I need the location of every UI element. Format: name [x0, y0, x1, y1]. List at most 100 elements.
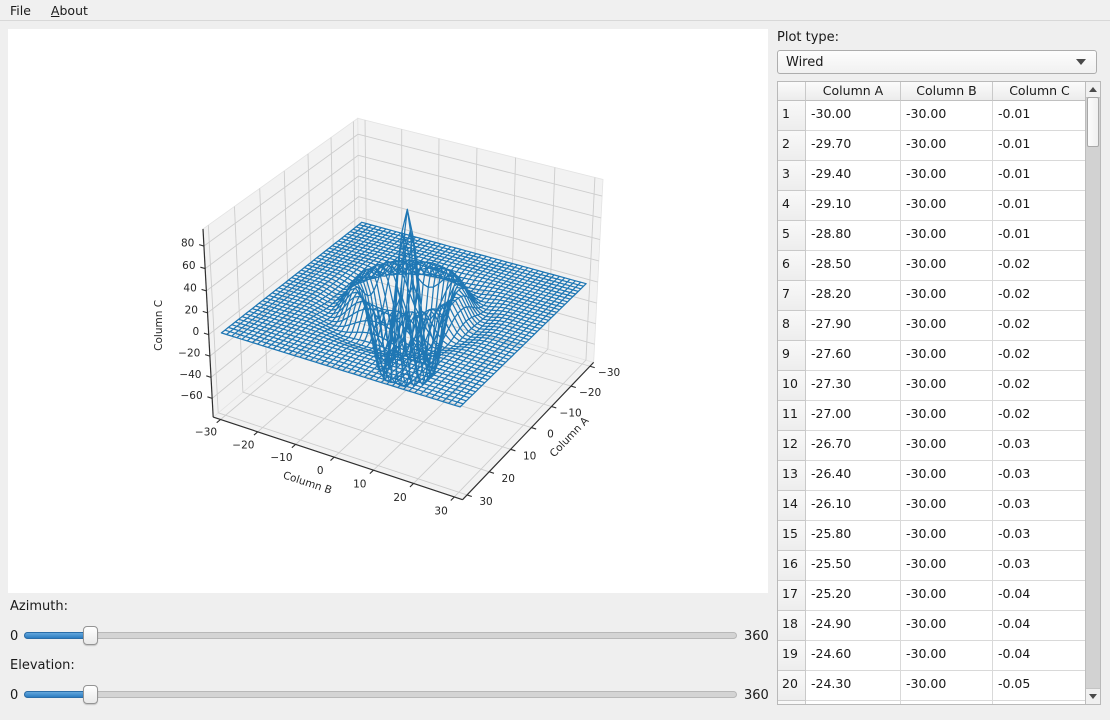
- cell-column-c[interactable]: -0.03: [993, 431, 1087, 461]
- cell-column-b[interactable]: -30.00: [901, 461, 993, 491]
- row-number-cell[interactable]: 16: [778, 551, 806, 581]
- cell-column-b[interactable]: -30.00: [901, 191, 993, 221]
- cell-column-b[interactable]: -30.00: [901, 611, 993, 641]
- cell-column-a[interactable]: -27.60: [806, 341, 901, 371]
- row-number-cell[interactable]: 2: [778, 131, 806, 161]
- row-number-cell[interactable]: 20: [778, 671, 806, 701]
- cell-column-a[interactable]: -28.20: [806, 281, 901, 311]
- cell-column-c[interactable]: -0.04: [993, 641, 1087, 671]
- cell-column-a[interactable]: -27.00: [806, 401, 901, 431]
- row-number-cell[interactable]: 5: [778, 221, 806, 251]
- cell-column-a[interactable]: -28.80: [806, 221, 901, 251]
- cell-column-c[interactable]: -0.02: [993, 311, 1087, 341]
- column-a-header[interactable]: Column A: [806, 82, 901, 101]
- cell-column-c[interactable]: -0.01: [993, 191, 1087, 221]
- cell-column-a[interactable]: -25.50: [806, 551, 901, 581]
- cell-column-b[interactable]: -30.00: [901, 521, 993, 551]
- table-row: 17-25.20-30.00-0.04: [778, 581, 1087, 611]
- azimuth-slider[interactable]: [24, 632, 737, 639]
- menu-file[interactable]: File: [0, 1, 41, 20]
- cell-column-a[interactable]: -29.70: [806, 131, 901, 161]
- cell-column-c[interactable]: -0.02: [993, 341, 1087, 371]
- cell-column-b[interactable]: -30.00: [901, 581, 993, 611]
- row-number-cell[interactable]: 15: [778, 521, 806, 551]
- row-number-cell[interactable]: 9: [778, 341, 806, 371]
- cell-column-a[interactable]: -25.20: [806, 581, 901, 611]
- row-number-cell[interactable]: 6: [778, 251, 806, 281]
- row-number-cell[interactable]: 19: [778, 641, 806, 671]
- row-number-cell[interactable]: 4: [778, 191, 806, 221]
- row-number-cell[interactable]: 8: [778, 311, 806, 341]
- cell-column-b[interactable]: -30.00: [901, 431, 993, 461]
- cell-column-b[interactable]: -30.00: [901, 551, 993, 581]
- cell-column-a[interactable]: -26.40: [806, 461, 901, 491]
- cell-column-b[interactable]: -30.00: [901, 281, 993, 311]
- cell-column-a[interactable]: -28.50: [806, 251, 901, 281]
- cell-column-c[interactable]: -0.03: [993, 521, 1087, 551]
- cell-column-a[interactable]: -24.90: [806, 611, 901, 641]
- cell-column-c[interactable]: -0.01: [993, 101, 1087, 131]
- cell-column-c[interactable]: -0.01: [993, 221, 1087, 251]
- cell-column-b[interactable]: -30.00: [901, 671, 993, 701]
- cell-column-a[interactable]: -27.30: [806, 371, 901, 401]
- cell-column-a[interactable]: -25.80: [806, 521, 901, 551]
- cell-column-c[interactable]: -0.01: [993, 161, 1087, 191]
- cell-column-a[interactable]: -29.40: [806, 161, 901, 191]
- azimuth-slider-handle[interactable]: [83, 626, 98, 645]
- cell-column-b[interactable]: -30.00: [901, 311, 993, 341]
- table-corner-cell[interactable]: [778, 82, 806, 101]
- cell-column-c[interactable]: -0.01: [993, 131, 1087, 161]
- cell-column-b[interactable]: -30.00: [901, 341, 993, 371]
- plot-type-select[interactable]: Wired: [777, 50, 1097, 74]
- cell-column-a[interactable]: -27.90: [806, 311, 901, 341]
- column-b-header[interactable]: Column B: [901, 82, 993, 101]
- row-number-cell[interactable]: 17: [778, 581, 806, 611]
- cell-column-c[interactable]: -0.05: [993, 671, 1087, 701]
- cell-column-c[interactable]: -0.04: [993, 611, 1087, 641]
- cell-column-c[interactable]: -0.03: [993, 551, 1087, 581]
- cell-column-c[interactable]: -0.02: [993, 401, 1087, 431]
- scroll-up-button[interactable]: [1086, 82, 1100, 98]
- cell-column-b[interactable]: -30.00: [901, 371, 993, 401]
- cell-column-b[interactable]: -30.00: [901, 641, 993, 671]
- cell-column-a[interactable]: -24.60: [806, 641, 901, 671]
- row-number-cell[interactable]: 12: [778, 431, 806, 461]
- cell-column-c[interactable]: -0.02: [993, 281, 1087, 311]
- cell-column-c[interactable]: -0.04: [993, 581, 1087, 611]
- cell-column-a[interactable]: [806, 701, 901, 705]
- cell-column-b[interactable]: -30.00: [901, 491, 993, 521]
- cell-column-b[interactable]: -30.00: [901, 251, 993, 281]
- cell-column-a[interactable]: -26.10: [806, 491, 901, 521]
- cell-column-b[interactable]: -30.00: [901, 101, 993, 131]
- menu-about[interactable]: About: [41, 1, 98, 20]
- row-number-cell[interactable]: 11: [778, 401, 806, 431]
- cell-column-a[interactable]: -24.30: [806, 671, 901, 701]
- row-number-cell[interactable]: 10: [778, 371, 806, 401]
- row-number-cell[interactable]: 14: [778, 491, 806, 521]
- row-number-cell[interactable]: [778, 701, 806, 705]
- cell-column-a[interactable]: -26.70: [806, 431, 901, 461]
- cell-column-b[interactable]: [901, 701, 993, 705]
- cell-column-c[interactable]: -0.02: [993, 371, 1087, 401]
- row-number-cell[interactable]: 3: [778, 161, 806, 191]
- cell-column-c[interactable]: -0.02: [993, 251, 1087, 281]
- table-scrollbar[interactable]: [1085, 82, 1100, 704]
- cell-column-c[interactable]: [993, 701, 1087, 705]
- cell-column-c[interactable]: -0.03: [993, 461, 1087, 491]
- row-number-cell[interactable]: 13: [778, 461, 806, 491]
- cell-column-a[interactable]: -30.00: [806, 101, 901, 131]
- column-c-header[interactable]: Column C: [993, 82, 1087, 101]
- row-number-cell[interactable]: 7: [778, 281, 806, 311]
- cell-column-c[interactable]: -0.03: [993, 491, 1087, 521]
- cell-column-b[interactable]: -30.00: [901, 401, 993, 431]
- cell-column-a[interactable]: -29.10: [806, 191, 901, 221]
- elevation-slider[interactable]: [24, 691, 737, 698]
- cell-column-b[interactable]: -30.00: [901, 161, 993, 191]
- cell-column-b[interactable]: -30.00: [901, 221, 993, 251]
- row-number-cell[interactable]: 1: [778, 101, 806, 131]
- scrollbar-thumb[interactable]: [1087, 97, 1099, 147]
- row-number-cell[interactable]: 18: [778, 611, 806, 641]
- scroll-down-button[interactable]: [1086, 688, 1100, 704]
- cell-column-b[interactable]: -30.00: [901, 131, 993, 161]
- elevation-slider-handle[interactable]: [83, 685, 98, 704]
